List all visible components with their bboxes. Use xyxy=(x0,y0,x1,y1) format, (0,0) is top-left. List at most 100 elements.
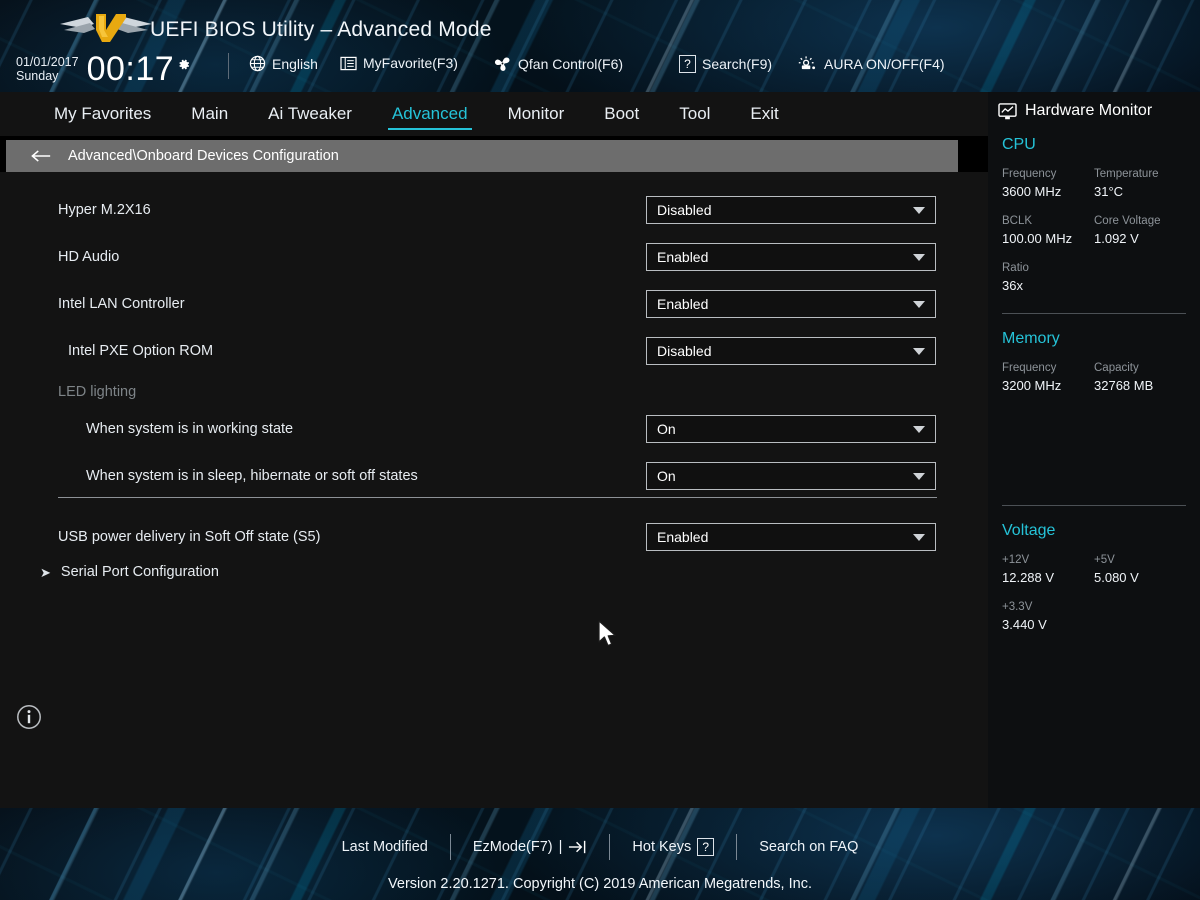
setting-dropdown[interactable]: Enabled xyxy=(646,523,936,551)
myfavorite-button[interactable]: MyFavorite(F3) xyxy=(340,55,458,71)
hardware-metric: +3.3V 3.440 V xyxy=(1002,599,1094,634)
exit-arrow-icon xyxy=(569,840,586,854)
ezmode-separator: | xyxy=(558,839,563,855)
setting-dropdown[interactable]: On xyxy=(646,462,936,490)
setting-dropdown[interactable]: Enabled xyxy=(646,243,936,271)
chevron-down-icon[interactable] xyxy=(913,425,925,433)
chevron-down-icon[interactable] xyxy=(913,206,925,214)
list-icon xyxy=(340,56,357,70)
tab-exit[interactable]: Exit xyxy=(744,100,784,129)
dropdown-value: Enabled xyxy=(657,529,709,545)
metric-key: BCLK xyxy=(1002,215,1033,227)
qfan-control-button[interactable]: Qfan Control(F6) xyxy=(493,55,623,72)
setting-label: HD Audio xyxy=(58,249,120,265)
metric-value: 100.00 MHz xyxy=(1002,231,1073,246)
metric-value: 3.440 V xyxy=(1002,617,1047,632)
hardware-metric: Ratio 36x xyxy=(1002,260,1094,295)
header-divider xyxy=(228,53,229,79)
hardware-metric-row: Ratio 36x xyxy=(1002,260,1186,295)
nav-tabbar: My Favorites Main Ai Tweaker Advanced Monito… xyxy=(0,92,988,136)
metric-value: 12.288 V xyxy=(1002,570,1055,585)
hardware-metric: +5V 5.080 V xyxy=(1094,552,1186,587)
page-title: UEFI BIOS Utility – Advanced Mode xyxy=(150,18,492,41)
settings-panel: Hyper M.2X16 Disabled HD Audio Enabled Intel… xyxy=(0,172,988,808)
chevron-down-icon[interactable] xyxy=(913,253,925,261)
dropdown-value: Disabled xyxy=(657,202,712,218)
gear-icon[interactable] xyxy=(176,57,191,72)
metric-key: Frequency xyxy=(1002,362,1057,374)
metric-value: 3600 MHz xyxy=(1002,184,1062,199)
setting-label: When system is in working state xyxy=(86,421,294,437)
breadcrumb[interactable]: Advanced\Onboard Devices Configuration xyxy=(6,140,958,172)
question-box-icon: ? xyxy=(697,838,715,856)
footer-bar: Last Modified EzMode(F7) | Hot Keys ? Se… xyxy=(0,808,1200,900)
tab-advanced[interactable]: Advanced xyxy=(386,100,474,130)
setting-row: HD Audio Enabled xyxy=(0,237,988,277)
setting-label: Intel PXE Option ROM xyxy=(68,343,214,359)
hardware-metric: Core Voltage 1.092 V xyxy=(1094,213,1186,248)
metric-key: Temperature xyxy=(1094,168,1159,180)
hardware-section-cpu: CPU Frequency 3600 MHz Temperature 31°C BCLK 1… xyxy=(988,136,1200,295)
hardware-metric-row: +12V 12.288 V +5V 5.080 V xyxy=(1002,552,1186,587)
hardware-monitor-panel: Hardware Monitor CPU Frequency 3600 MHz Tem… xyxy=(988,92,1200,808)
chevron-down-icon[interactable] xyxy=(913,533,925,541)
metric-value: 36x xyxy=(1002,278,1023,293)
hardware-section-title: Memory xyxy=(1002,330,1060,347)
aura-toggle-button[interactable]: AURA ON/OFF(F4) xyxy=(797,55,945,72)
hardware-section-memory: Memory Frequency 3200 MHz Capacity 32768 MB xyxy=(988,330,1200,487)
settings-divider xyxy=(58,497,937,498)
setting-label: USB power delivery in Soft Off state (S5… xyxy=(58,529,321,545)
aura-label: AURA ON/OFF(F4) xyxy=(824,55,945,72)
language-button[interactable]: English xyxy=(249,55,318,72)
setting-dropdown[interactable]: Disabled xyxy=(646,337,936,365)
setting-row: When system is in working state On xyxy=(0,409,988,449)
hot-keys-button[interactable]: Hot Keys ? xyxy=(610,838,736,856)
metric-key: Core Voltage xyxy=(1094,215,1161,227)
globe-icon xyxy=(249,55,266,72)
hardware-monitor-divider xyxy=(1002,313,1186,314)
hardware-monitor-title-text: Hardware Monitor xyxy=(1025,102,1153,119)
last-modified-button[interactable]: Last Modified xyxy=(320,839,450,855)
aura-lamp-icon xyxy=(798,56,816,70)
setting-dropdown[interactable]: Enabled xyxy=(646,290,936,318)
search-on-faq-button[interactable]: Search on FAQ xyxy=(737,839,880,855)
tab-monitor[interactable]: Monitor xyxy=(502,100,571,129)
hardware-section-title: Voltage xyxy=(1002,522,1056,539)
monitor-chart-icon xyxy=(998,102,1017,119)
dropdown-value: Disabled xyxy=(657,343,712,359)
tab-ai-tweaker[interactable]: Ai Tweaker xyxy=(262,100,358,129)
datetime-block: 01/01/2017 Sunday 00:17 xyxy=(16,52,191,86)
hardware-metric-row: BCLK 100.00 MHz Core Voltage 1.092 V xyxy=(1002,213,1186,248)
chevron-down-icon[interactable] xyxy=(913,300,925,308)
submenu-serial-port-configuration[interactable]: ➤ Serial Port Configuration xyxy=(40,564,219,580)
qfan-control-label: Qfan Control(F6) xyxy=(518,55,624,72)
chevron-right-icon: ➤ xyxy=(40,564,51,580)
search-button[interactable]: ? Search(F9) xyxy=(679,55,772,73)
metric-value: 1.092 V xyxy=(1094,231,1139,246)
hardware-metric-row: +3.3V 3.440 V xyxy=(1002,599,1186,634)
bios-screen: UEFI BIOS Utility – Advanced Mode 01/01/… xyxy=(0,0,1200,900)
hardware-metric: Temperature 31°C xyxy=(1094,166,1186,201)
tab-tool[interactable]: Tool xyxy=(673,100,716,129)
arrow-left-icon[interactable] xyxy=(30,149,52,163)
metric-value: 3200 MHz xyxy=(1002,378,1062,393)
hardware-metric-row: Frequency 3600 MHz Temperature 31°C xyxy=(1002,166,1186,201)
chevron-down-icon[interactable] xyxy=(913,472,925,480)
tab-main[interactable]: Main xyxy=(185,100,234,129)
ezmode-label: EzMode(F7) xyxy=(472,839,553,855)
setting-dropdown[interactable]: Disabled xyxy=(646,196,936,224)
metric-key: Frequency xyxy=(1002,168,1057,180)
info-circle-icon[interactable] xyxy=(16,704,42,730)
dropdown-value: Enabled xyxy=(657,249,709,265)
setting-dropdown[interactable]: On xyxy=(646,415,936,443)
metric-key: Capacity xyxy=(1094,362,1139,374)
hardware-metric: BCLK 100.00 MHz xyxy=(1002,213,1094,248)
setting-label: When system is in sleep, hibernate or so… xyxy=(86,468,418,484)
submenu-label: Serial Port Configuration xyxy=(60,564,219,580)
tab-boot[interactable]: Boot xyxy=(598,100,645,129)
tab-my-favorites[interactable]: My Favorites xyxy=(48,100,157,129)
chevron-down-icon[interactable] xyxy=(913,347,925,355)
ezmode-button[interactable]: EzMode(F7) | xyxy=(451,839,610,855)
hardware-monitor-divider xyxy=(1002,505,1186,506)
nav-tabs: My Favorites Main Ai Tweaker Advanced Monito… xyxy=(0,92,988,136)
